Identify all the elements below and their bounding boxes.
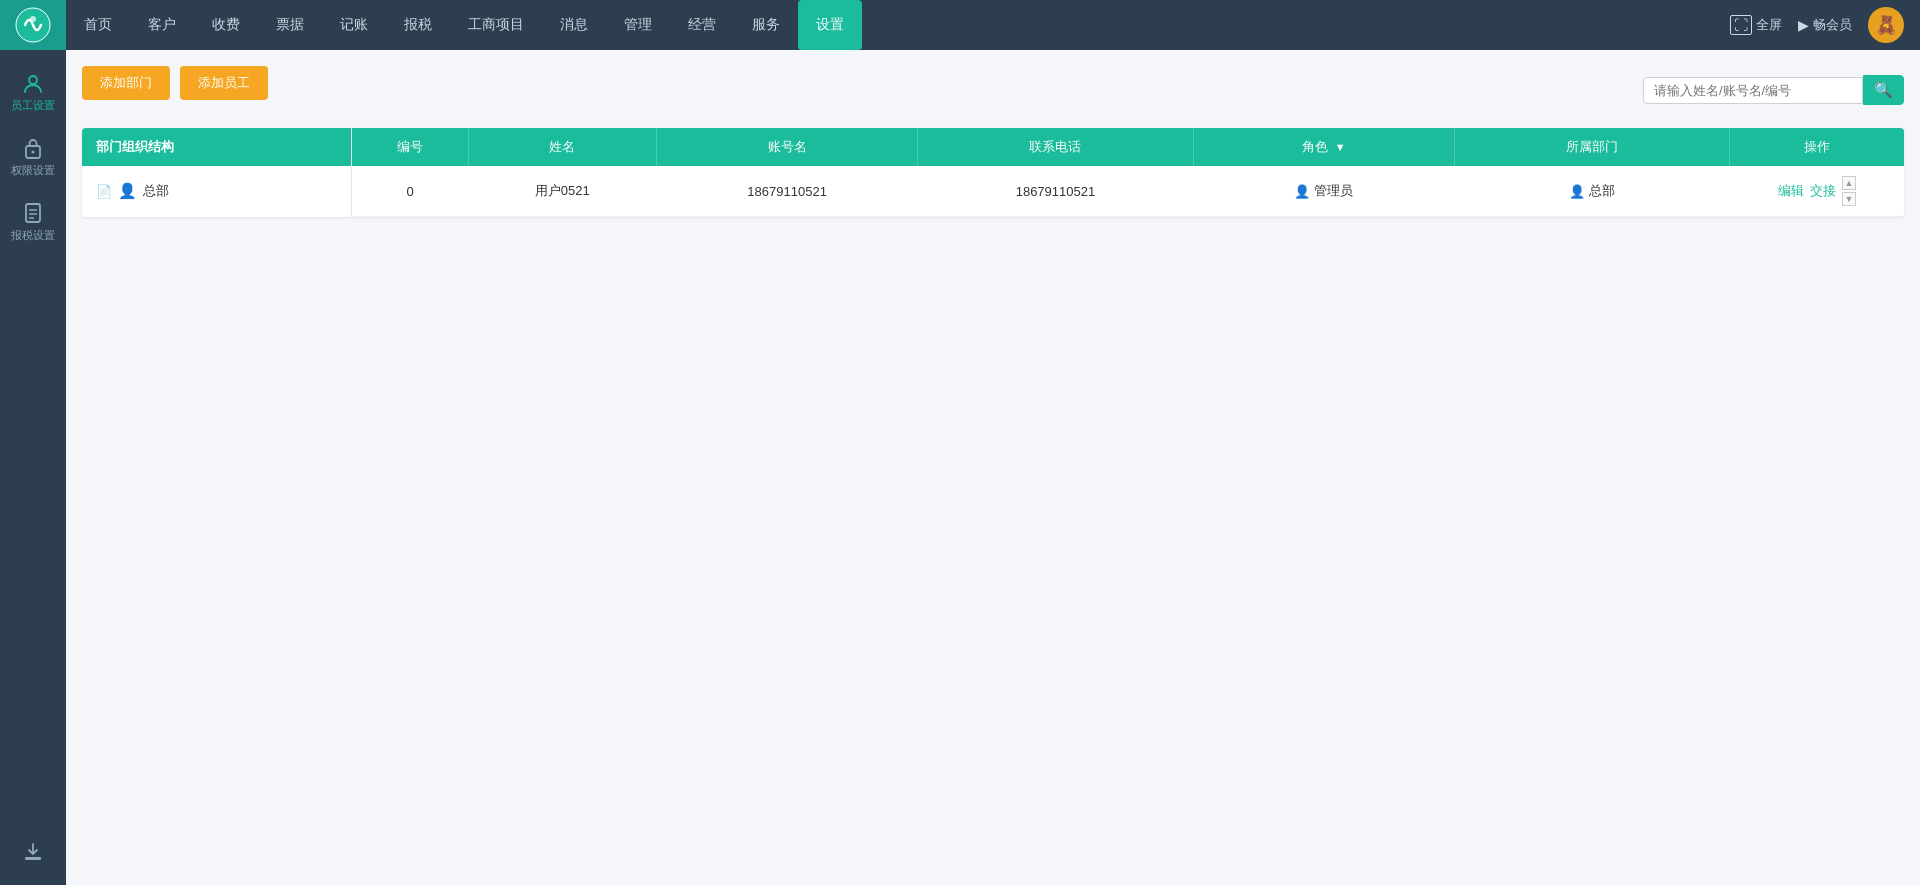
transfer-link[interactable]: 交接 [1810,182,1836,200]
tax-icon [22,202,44,224]
main-panel: 部门组织结构 📄 👤 总部 [82,128,1904,217]
cell-role: 👤 管理员 [1193,166,1454,217]
main-layout: 员工设置 权限设置 报税设置 [0,50,1920,885]
add-employee-button[interactable]: 添加员工 [180,66,268,100]
row-scroll-arrows[interactable]: ▲ ▼ [1842,176,1856,206]
dept-label: 总部 [1589,182,1615,200]
download-icon [22,841,44,863]
tree-panel: 部门组织结构 📄 👤 总部 [82,128,352,217]
search-button[interactable]: 🔍 [1863,75,1904,105]
nav-settings[interactable]: 设置 [798,0,862,50]
nav-customer[interactable]: 客户 [130,0,194,50]
dept-user-icon: 👤 [1569,184,1585,199]
nav-tax[interactable]: 报税 [386,0,450,50]
col-header-phone: 联系电话 [918,128,1194,166]
dept-badge: 👤 总部 [1569,182,1615,200]
employee-table: 编号 姓名 账号名 联系电话 [352,128,1904,217]
nav-service[interactable]: 服务 [734,0,798,50]
sidebar-item-employee[interactable]: 员工设置 [0,60,66,125]
vip-label: 畅会员 [1813,16,1852,34]
fullscreen-label: 全屏 [1756,16,1782,34]
tree-file-icon: 📄 [96,184,112,199]
app-logo[interactable] [0,0,66,50]
col-header-name: 姓名 [468,128,657,166]
cell-id: 0 [352,166,468,217]
content-wrapper: 添加部门 添加员工 🔍 部门组织结构 [82,66,1904,217]
avatar[interactable]: 🧸 [1868,7,1904,43]
search-icon: 🔍 [1874,81,1893,99]
scroll-up-arrow[interactable]: ▲ [1842,176,1856,190]
cell-operations: 编辑 交接 ▲ ▼ [1730,166,1904,217]
fullscreen-icon: ⛶ [1730,15,1752,35]
tree-node-headquarters[interactable]: 📄 👤 总部 [96,176,337,206]
cell-phone: 18679110521 [918,166,1194,217]
table-panel: 编号 姓名 账号名 联系电话 [352,128,1904,217]
svg-point-4 [32,151,35,154]
sidebar-employee-label: 员工设置 [11,98,55,113]
permissions-icon [22,137,44,159]
search-area: 🔍 [1643,75,1904,105]
tree-user-icon: 👤 [118,182,137,200]
sidebar: 员工设置 权限设置 报税设置 [0,50,66,885]
sidebar-tax-label: 报税设置 [11,228,55,243]
tree-node-label: 总部 [143,182,169,200]
col-header-department: 所属部门 [1454,128,1730,166]
search-input[interactable] [1643,77,1863,104]
svg-point-1 [30,16,36,22]
employee-icon [22,72,44,94]
top-nav-right: ⛶ 全屏 ▶ 畅会员 🧸 [1730,7,1920,43]
nav-menu: 首页 客户 收费 票据 记账 报税 工商项目 消息 管理 经营 服务 设置 [66,0,1730,50]
edit-link[interactable]: 编辑 [1778,182,1804,200]
add-department-button[interactable]: 添加部门 [82,66,170,100]
scroll-down-arrow[interactable]: ▼ [1842,192,1856,206]
nav-message[interactable]: 消息 [542,0,606,50]
cell-account: 18679110521 [657,166,918,217]
svg-rect-9 [25,857,41,860]
sidebar-item-tax[interactable]: 报税设置 [0,190,66,255]
col-header-role[interactable]: 角色 ▼ [1193,128,1454,166]
nav-invoice[interactable]: 票据 [258,0,322,50]
table-row: 0 用户0521 18679110521 18679110521 👤 管理员 [352,166,1904,217]
col-header-actions: 操作 [1730,128,1904,166]
role-user-icon: 👤 [1294,184,1310,199]
sidebar-item-permissions[interactable]: 权限设置 [0,125,66,190]
tree-header-label: 部门组织结构 [96,139,174,154]
role-filter-icon: ▼ [1335,141,1346,153]
nav-accounting[interactable]: 记账 [322,0,386,50]
col-header-id: 编号 [352,128,468,166]
svg-rect-5 [26,204,40,222]
nav-commerce[interactable]: 工商项目 [450,0,542,50]
nav-operation[interactable]: 经营 [670,0,734,50]
tree-header: 部门组织结构 [82,128,351,166]
vip-icon: ▶ [1798,17,1809,33]
sidebar-bottom-btn[interactable] [0,829,66,875]
nav-charge[interactable]: 收费 [194,0,258,50]
tree-body: 📄 👤 总部 [82,166,351,216]
action-bar: 添加部门 添加员工 [82,66,268,100]
cell-department: 👤 总部 [1454,166,1730,217]
vip-btn[interactable]: ▶ 畅会员 [1798,16,1852,34]
role-badge: 👤 管理员 [1294,182,1353,200]
role-label: 管理员 [1314,182,1353,200]
sidebar-permissions-label: 权限设置 [11,163,55,178]
main-content: 添加部门 添加员工 🔍 部门组织结构 [66,50,1920,885]
nav-manage[interactable]: 管理 [606,0,670,50]
fullscreen-btn[interactable]: ⛶ 全屏 [1730,15,1782,35]
action-search-row: 添加部门 添加员工 🔍 [82,66,1904,114]
col-header-account: 账号名 [657,128,918,166]
top-navigation: 首页 客户 收费 票据 记账 报税 工商项目 消息 管理 经营 服务 设置 ⛶ … [0,0,1920,50]
svg-point-2 [29,76,37,84]
nav-home[interactable]: 首页 [66,0,130,50]
cell-name: 用户0521 [468,166,657,217]
table-header-row: 编号 姓名 账号名 联系电话 [352,128,1904,166]
